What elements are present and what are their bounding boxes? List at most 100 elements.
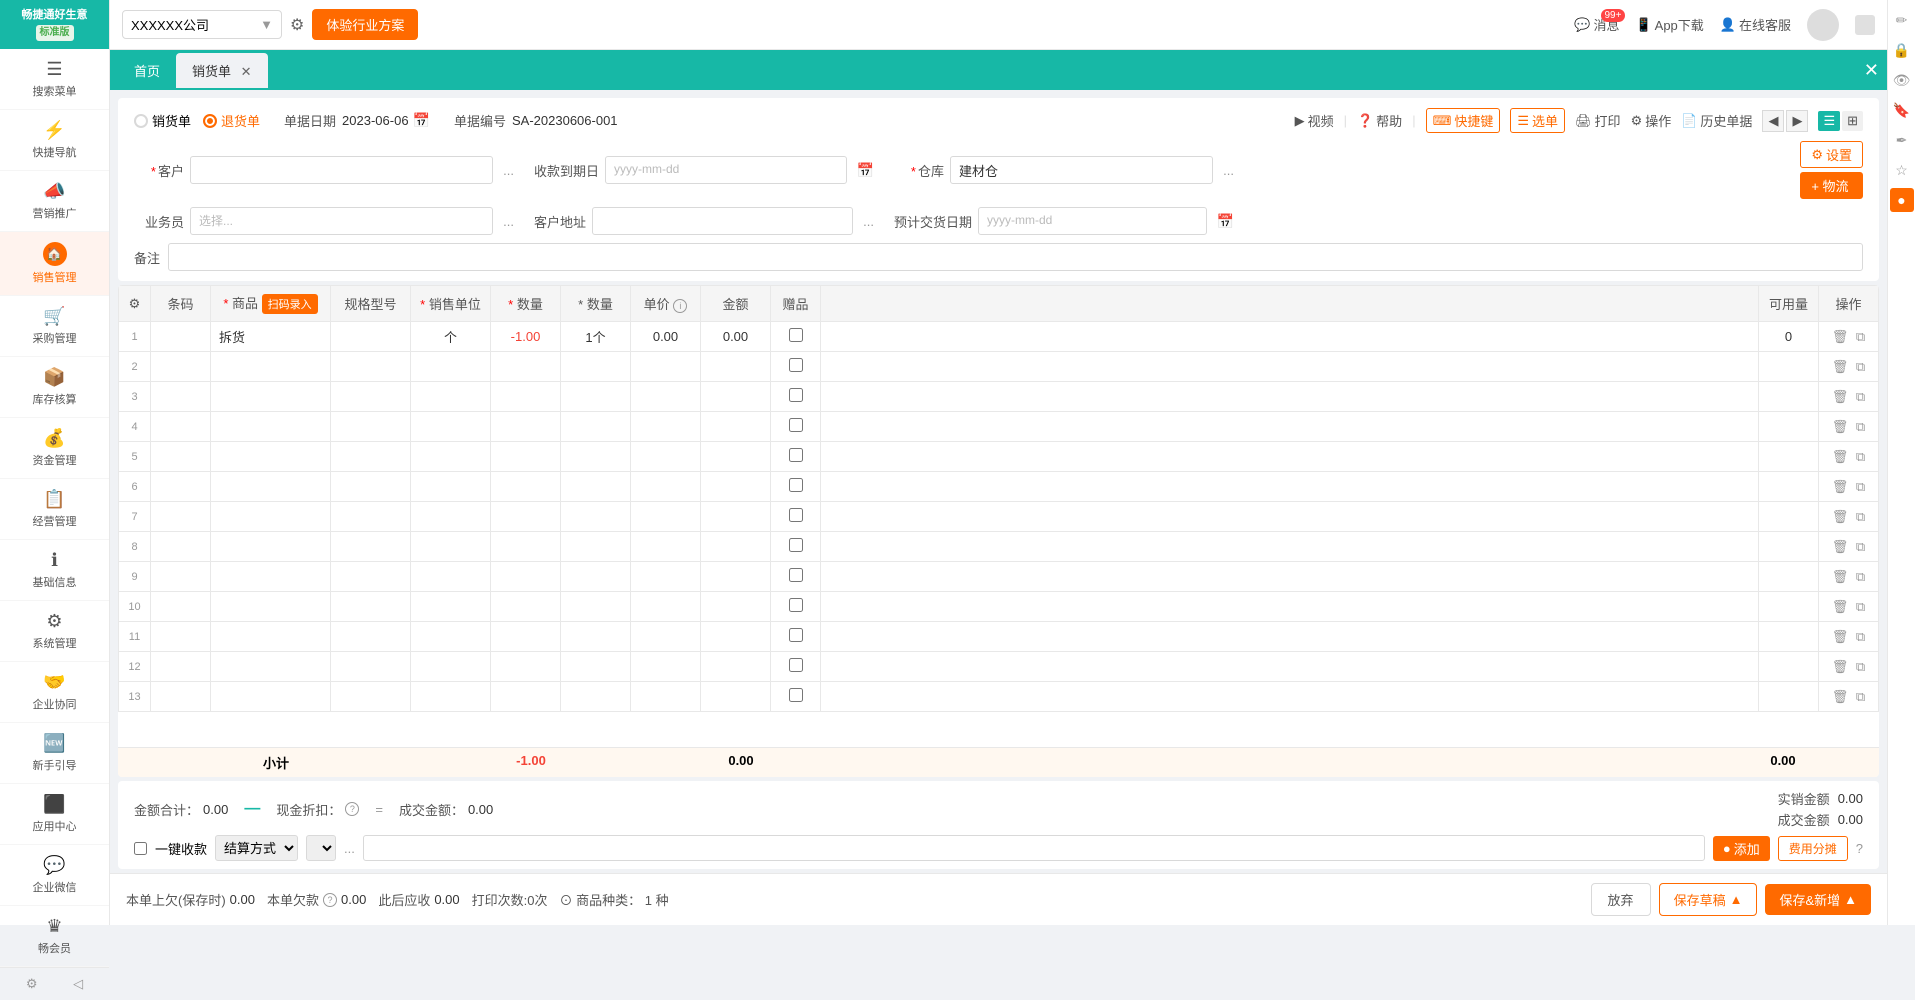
cell-barcode[interactable] [151, 622, 211, 652]
copy-row-icon[interactable]: ⧉ [1856, 569, 1865, 584]
copy-row-icon[interactable]: ⧉ [1856, 599, 1865, 614]
cell-price[interactable] [631, 412, 701, 442]
cell-gift[interactable] [771, 502, 821, 532]
rp-bookmark-icon[interactable]: 🔖 [1890, 98, 1914, 122]
cell-amount[interactable] [701, 472, 771, 502]
cell-price[interactable] [631, 532, 701, 562]
calendar-icon[interactable]: 📅 [413, 112, 430, 129]
delete-row-icon[interactable]: 🗑 [1832, 629, 1849, 644]
copy-row-icon[interactable]: ⧉ [1856, 329, 1865, 344]
cell-gift[interactable] [771, 562, 821, 592]
cell-price[interactable] [631, 562, 701, 592]
sidebar-item-marketing[interactable]: 📣 营销推广 [0, 171, 109, 232]
shortcut-btn[interactable]: ⌨快捷键 [1426, 108, 1501, 133]
cell-unit[interactable] [411, 412, 491, 442]
gift-checkbox[interactable] [789, 628, 803, 642]
sidebar-item-wechat[interactable]: 💬 企业微信 [0, 845, 109, 906]
cell-gift[interactable] [771, 352, 821, 382]
gift-checkbox[interactable] [789, 568, 803, 582]
cell-unit[interactable] [411, 382, 491, 412]
cell-pkg-qty[interactable] [561, 442, 631, 472]
cell-amount[interactable] [701, 502, 771, 532]
cell-pkg-qty[interactable]: 1个 [561, 322, 631, 352]
cell-barcode[interactable] [151, 442, 211, 472]
cell-spec[interactable] [331, 412, 411, 442]
cell-product[interactable] [211, 472, 331, 502]
prev-arrow[interactable]: ◀ [1762, 110, 1784, 132]
cell-unit[interactable] [411, 352, 491, 382]
copy-row-icon[interactable]: ⧉ [1856, 509, 1865, 524]
cell-qty[interactable] [491, 622, 561, 652]
cell-pkg-qty[interactable] [561, 382, 631, 412]
account-select[interactable] [306, 835, 336, 861]
rp-star-icon[interactable]: ☆ [1890, 158, 1914, 182]
cell-unit[interactable] [411, 502, 491, 532]
cell-amount[interactable] [701, 532, 771, 562]
cell-pkg-qty[interactable] [561, 502, 631, 532]
cell-spec[interactable] [331, 682, 411, 712]
sidebar-item-sales[interactable]: 🏠 销售管理 [0, 232, 109, 296]
cell-gift[interactable] [771, 532, 821, 562]
cell-amount[interactable] [701, 412, 771, 442]
cell-gift[interactable] [771, 412, 821, 442]
user-avatar[interactable] [1807, 9, 1839, 41]
operate-btn[interactable]: ⚙操作 [1631, 111, 1672, 130]
cell-barcode[interactable] [151, 502, 211, 532]
cell-pkg-qty[interactable] [561, 682, 631, 712]
cell-qty[interactable] [491, 652, 561, 682]
message-button[interactable]: 💬 消息 99+ [1574, 15, 1619, 34]
copy-row-icon[interactable]: ⧉ [1856, 419, 1865, 434]
cell-pkg-qty[interactable] [561, 562, 631, 592]
quick-payment-checkbox[interactable] [134, 842, 147, 855]
delete-row-icon[interactable]: 🗑 [1832, 359, 1849, 374]
video-btn[interactable]: ▶视频 [1295, 111, 1334, 130]
next-arrow[interactable]: ▶ [1786, 110, 1808, 132]
gift-checkbox[interactable] [789, 448, 803, 462]
settings-gear-icon[interactable]: ⚙ [290, 15, 304, 35]
cell-pkg-qty[interactable] [561, 352, 631, 382]
cell-amount[interactable] [701, 682, 771, 712]
gift-checkbox[interactable] [789, 478, 803, 492]
warehouse-input[interactable]: 建材仓 [950, 156, 1213, 184]
cell-barcode[interactable] [151, 382, 211, 412]
discard-button[interactable]: 放弃 [1591, 883, 1651, 916]
copy-row-icon[interactable]: ⧉ [1856, 389, 1865, 404]
cell-qty[interactable] [491, 352, 561, 382]
cell-gift[interactable] [771, 442, 821, 472]
cell-amount[interactable] [701, 442, 771, 472]
rp-pen-icon[interactable]: ✒ [1890, 128, 1914, 152]
cell-product[interactable] [211, 562, 331, 592]
gift-checkbox[interactable] [789, 388, 803, 402]
calc-method-select[interactable]: 结算方式 [215, 835, 298, 861]
payment-date-calendar-icon[interactable]: 📅 [857, 162, 874, 179]
cell-spec[interactable] [331, 622, 411, 652]
cell-gift[interactable] [771, 322, 821, 352]
cell-product[interactable] [211, 622, 331, 652]
delete-row-icon[interactable]: 🗑 [1832, 659, 1849, 674]
sidebar-item-quick[interactable]: ⚡ 快捷导航 [0, 110, 109, 171]
gift-checkbox[interactable] [789, 418, 803, 432]
save-new-button[interactable]: 保存&新增 ▲ [1765, 884, 1871, 915]
cell-product[interactable] [211, 412, 331, 442]
cell-qty[interactable]: -1.00 [491, 322, 561, 352]
expense-help-icon[interactable]: ? [1856, 841, 1863, 856]
cell-price[interactable] [631, 382, 701, 412]
delete-row-icon[interactable]: 🗑 [1832, 419, 1849, 434]
customer-input[interactable] [190, 156, 493, 184]
copy-row-icon[interactable]: ⧉ [1856, 449, 1865, 464]
cell-product[interactable] [211, 592, 331, 622]
cell-pkg-qty[interactable] [561, 472, 631, 502]
cell-qty[interactable] [491, 412, 561, 442]
remark-input[interactable] [168, 243, 1863, 271]
cell-barcode[interactable] [151, 682, 211, 712]
settings-button[interactable]: ⚙ 设置 [1800, 141, 1863, 168]
cell-barcode[interactable] [151, 532, 211, 562]
cell-product[interactable] [211, 682, 331, 712]
rp-edit-icon[interactable]: ✏ [1890, 8, 1914, 32]
cell-spec[interactable] [331, 502, 411, 532]
sidebar-item-collab[interactable]: 🤝 企业协同 [0, 662, 109, 723]
rp-orange-icon[interactable]: ● [1890, 188, 1914, 212]
customer-addr-input[interactable] [592, 207, 853, 235]
cell-gift[interactable] [771, 682, 821, 712]
cell-qty[interactable] [491, 682, 561, 712]
